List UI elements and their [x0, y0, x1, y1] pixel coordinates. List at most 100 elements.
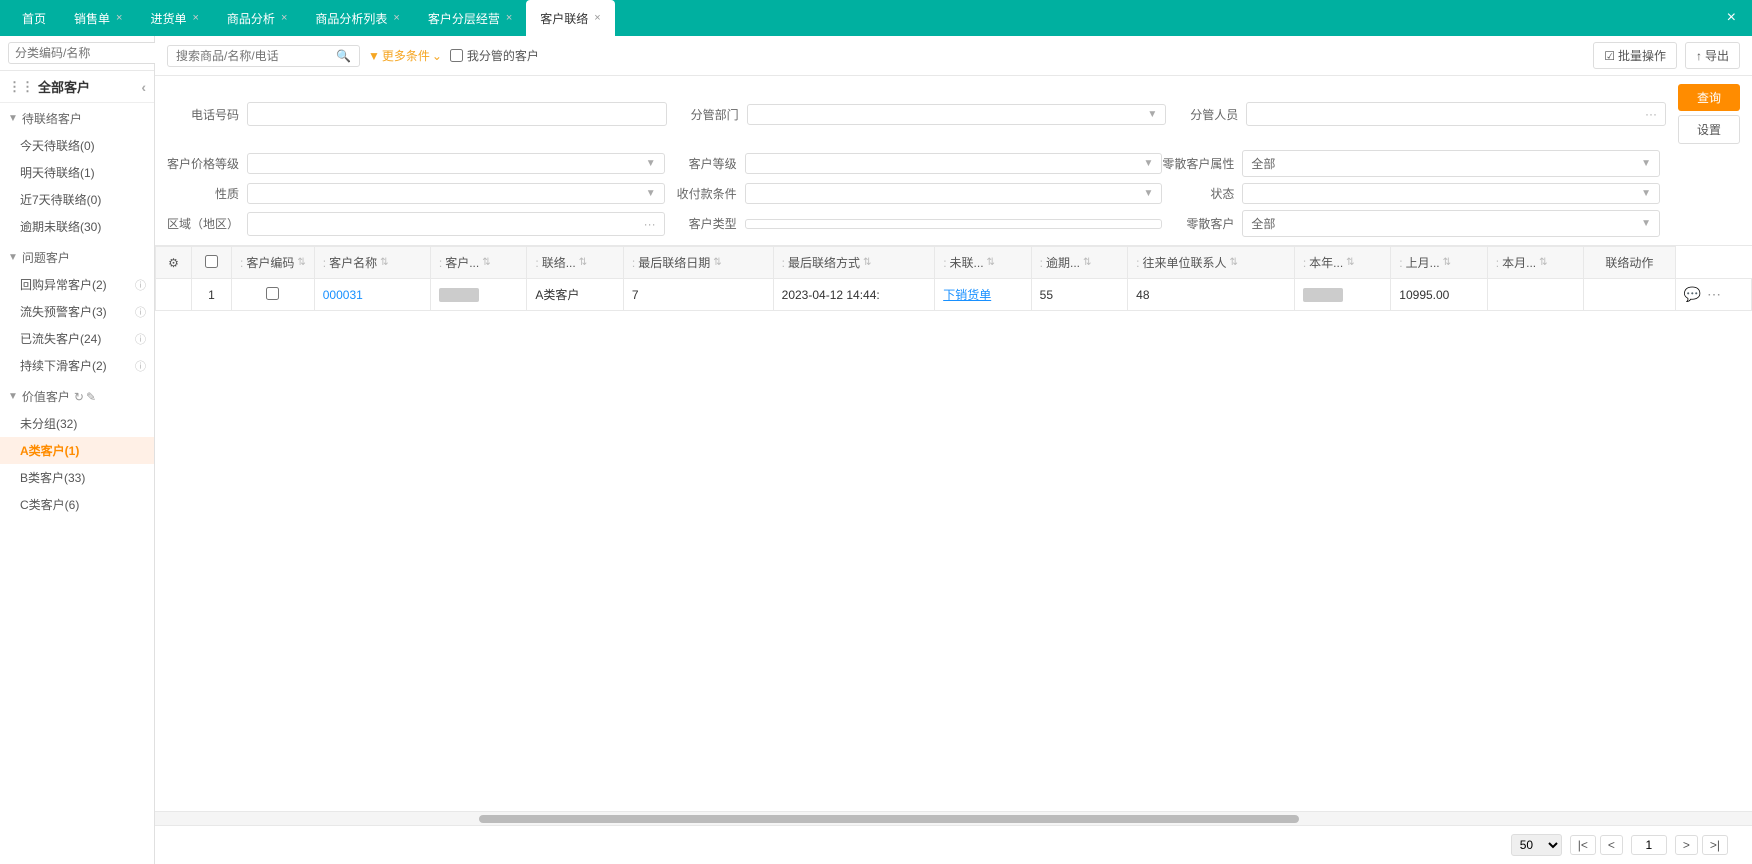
prev-page-button[interactable]: <: [1600, 835, 1623, 855]
nature-select[interactable]: ▼: [247, 183, 665, 204]
sort-contact-icon[interactable]: ⇅: [579, 257, 587, 268]
sidebar-item-7days[interactable]: 近7天待联络(0): [0, 186, 154, 213]
sort-year-icon[interactable]: ⇅: [1346, 257, 1354, 268]
td-no-contact: 55: [1031, 279, 1127, 311]
th-check[interactable]: [192, 247, 232, 279]
my-customer-checkbox-area[interactable]: 我分管的客户: [450, 47, 539, 64]
batch-operation-button[interactable]: ☑ 批量操作: [1593, 42, 1677, 69]
sidebar-group-value[interactable]: ▼ 价值客户 ↻ ✎: [0, 383, 154, 410]
nav-sales[interactable]: 销售单 ×: [60, 0, 136, 36]
th-customer-type: : 客户... ⇅: [430, 247, 526, 279]
dept-select[interactable]: ▼: [747, 104, 1167, 125]
sidebar-item-a-class[interactable]: A类客户(1): [0, 437, 154, 464]
close-customer-tier-tab[interactable]: ×: [506, 12, 512, 24]
sort-overdue-icon[interactable]: ⇅: [1083, 257, 1091, 268]
query-button[interactable]: 查询: [1678, 84, 1740, 111]
select-all-checkbox[interactable]: [205, 255, 218, 268]
customer-type-select[interactable]: [745, 219, 1163, 229]
sidebar-item-c-class[interactable]: C类客户(6): [0, 491, 154, 518]
close-customer-contact-tab[interactable]: ×: [594, 12, 600, 24]
nav-purchase[interactable]: 进货单 ×: [136, 0, 212, 36]
nature-chevron-icon: ▼: [646, 188, 656, 199]
row-checkbox[interactable]: [266, 287, 279, 300]
contact-action-icon[interactable]: 💬: [1684, 286, 1701, 303]
th-gear[interactable]: ⚙: [156, 247, 192, 279]
sidebar-all-customers-label[interactable]: 全部客户: [38, 77, 90, 96]
td-code[interactable]: 000031: [314, 279, 430, 311]
sort-unit-icon[interactable]: ⇅: [1230, 257, 1238, 268]
main-search-input[interactable]: [176, 49, 336, 63]
scroll-thumb[interactable]: [479, 815, 1299, 823]
filter-nature: 性质 ▼: [167, 183, 665, 204]
horizontal-scrollbar[interactable]: [155, 811, 1752, 825]
sort-type-icon[interactable]: ⇅: [482, 257, 490, 268]
sidebar-item-churn-warning[interactable]: 流失预警客户(3) ⓘ: [0, 298, 154, 325]
sidebar-group-pending[interactable]: ▼ 待联络客户: [0, 105, 154, 132]
customer-level-select[interactable]: ▼: [745, 153, 1163, 174]
nature-label: 性质: [167, 185, 247, 202]
sidebar-item-churned[interactable]: 已流失客户(24) ⓘ: [0, 325, 154, 352]
td-check[interactable]: [232, 279, 315, 311]
more-filters-button[interactable]: ▼ 更多条件 ⌄: [368, 47, 442, 64]
col-tmonth-separator: :: [1496, 256, 1499, 270]
refresh-value-icon[interactable]: ↻: [74, 390, 84, 404]
close-product-tab[interactable]: ×: [281, 12, 287, 24]
sidebar-item-declining[interactable]: 持续下滑客户(2) ⓘ: [0, 352, 154, 379]
info-abnormal-icon: ⓘ: [135, 277, 146, 293]
nav-product-analysis[interactable]: 商品分析 ×: [213, 0, 301, 36]
export-button[interactable]: ↑ 导出: [1685, 42, 1740, 69]
retail-attr-select[interactable]: 全部 ▼: [1242, 150, 1660, 177]
close-sales-tab[interactable]: ×: [116, 12, 122, 24]
nav-home[interactable]: 首页: [8, 0, 60, 36]
close-product-list-tab[interactable]: ×: [393, 12, 399, 24]
sort-method-icon[interactable]: ⇅: [863, 257, 871, 268]
close-purchase-tab[interactable]: ×: [192, 12, 198, 24]
td-last-month: [1487, 279, 1583, 311]
edit-value-icon[interactable]: ✎: [86, 390, 96, 404]
sort-name-icon[interactable]: ⇅: [380, 257, 388, 268]
sidebar-collapse-button[interactable]: ‹: [141, 79, 146, 95]
sidebar-section-problem: ▼ 问题客户 回购异常客户(2) ⓘ 流失预警客户(3) ⓘ 已流失客户(24)…: [0, 242, 154, 381]
person-select[interactable]: ···: [1246, 102, 1666, 126]
setting-button[interactable]: 设置: [1678, 115, 1740, 144]
sort-no-contact-icon[interactable]: ⇅: [987, 257, 995, 268]
td-unit-contact: RE .: [1294, 279, 1390, 311]
nav-customer-contact[interactable]: 客户联络 ×: [526, 0, 614, 36]
next-page-button[interactable]: >: [1675, 835, 1698, 855]
payment-select[interactable]: ▼: [745, 183, 1163, 204]
first-page-button[interactable]: |<: [1570, 835, 1596, 855]
sidebar-item-b-class[interactable]: B类客户(33): [0, 464, 154, 491]
sidebar-item-abnormal[interactable]: 回购异常客户(2) ⓘ: [0, 271, 154, 298]
global-close-button[interactable]: ×: [1719, 9, 1744, 27]
retail-customer-select[interactable]: 全部 ▼: [1242, 210, 1660, 237]
td-last-method[interactable]: 下销货单: [935, 279, 1031, 311]
export-icon: ↑: [1696, 49, 1702, 63]
filter-row-4: 区域（地区） ··· 客户类型 零散客户 全部 ▼: [167, 210, 1740, 237]
more-action-icon[interactable]: ⋯: [1707, 286, 1721, 303]
sort-date-icon[interactable]: ⇅: [713, 257, 721, 268]
sidebar-item-ungraded[interactable]: 未分组(32): [0, 410, 154, 437]
price-level-select[interactable]: ▼: [247, 153, 665, 174]
sidebar-item-today[interactable]: 今天待联络(0): [0, 132, 154, 159]
status-select[interactable]: ▼: [1242, 183, 1660, 204]
sort-lmonth-icon[interactable]: ⇅: [1443, 257, 1451, 268]
chevron-down-icon: ⌄: [432, 49, 442, 63]
filter-icon: ▼: [368, 49, 380, 63]
sidebar-search-input[interactable]: [8, 42, 177, 64]
sidebar-item-tomorrow[interactable]: 明天待联络(1): [0, 159, 154, 186]
nav-product-analysis-list[interactable]: 商品分析列表 ×: [301, 0, 413, 36]
sidebar-item-overdue[interactable]: 逾期未联络(30): [0, 213, 154, 240]
sort-code-icon[interactable]: ⇅: [297, 257, 305, 268]
region-select[interactable]: ···: [247, 212, 665, 236]
phone-input[interactable]: [247, 102, 667, 126]
last-page-button[interactable]: >|: [1702, 835, 1728, 855]
sort-tmonth-icon[interactable]: ⇅: [1539, 257, 1547, 268]
retail-customer-chevron-icon: ▼: [1641, 218, 1651, 229]
main-search-icon[interactable]: 🔍: [336, 49, 351, 63]
sidebar-group-problem[interactable]: ▼ 问题客户: [0, 244, 154, 271]
per-page-select[interactable]: 50 100 200: [1511, 834, 1562, 856]
my-customer-checkbox[interactable]: [450, 49, 463, 62]
col-code-separator: :: [240, 256, 243, 270]
page-number-input[interactable]: [1631, 835, 1667, 855]
nav-customer-tier[interactable]: 客户分层经营 ×: [414, 0, 526, 36]
